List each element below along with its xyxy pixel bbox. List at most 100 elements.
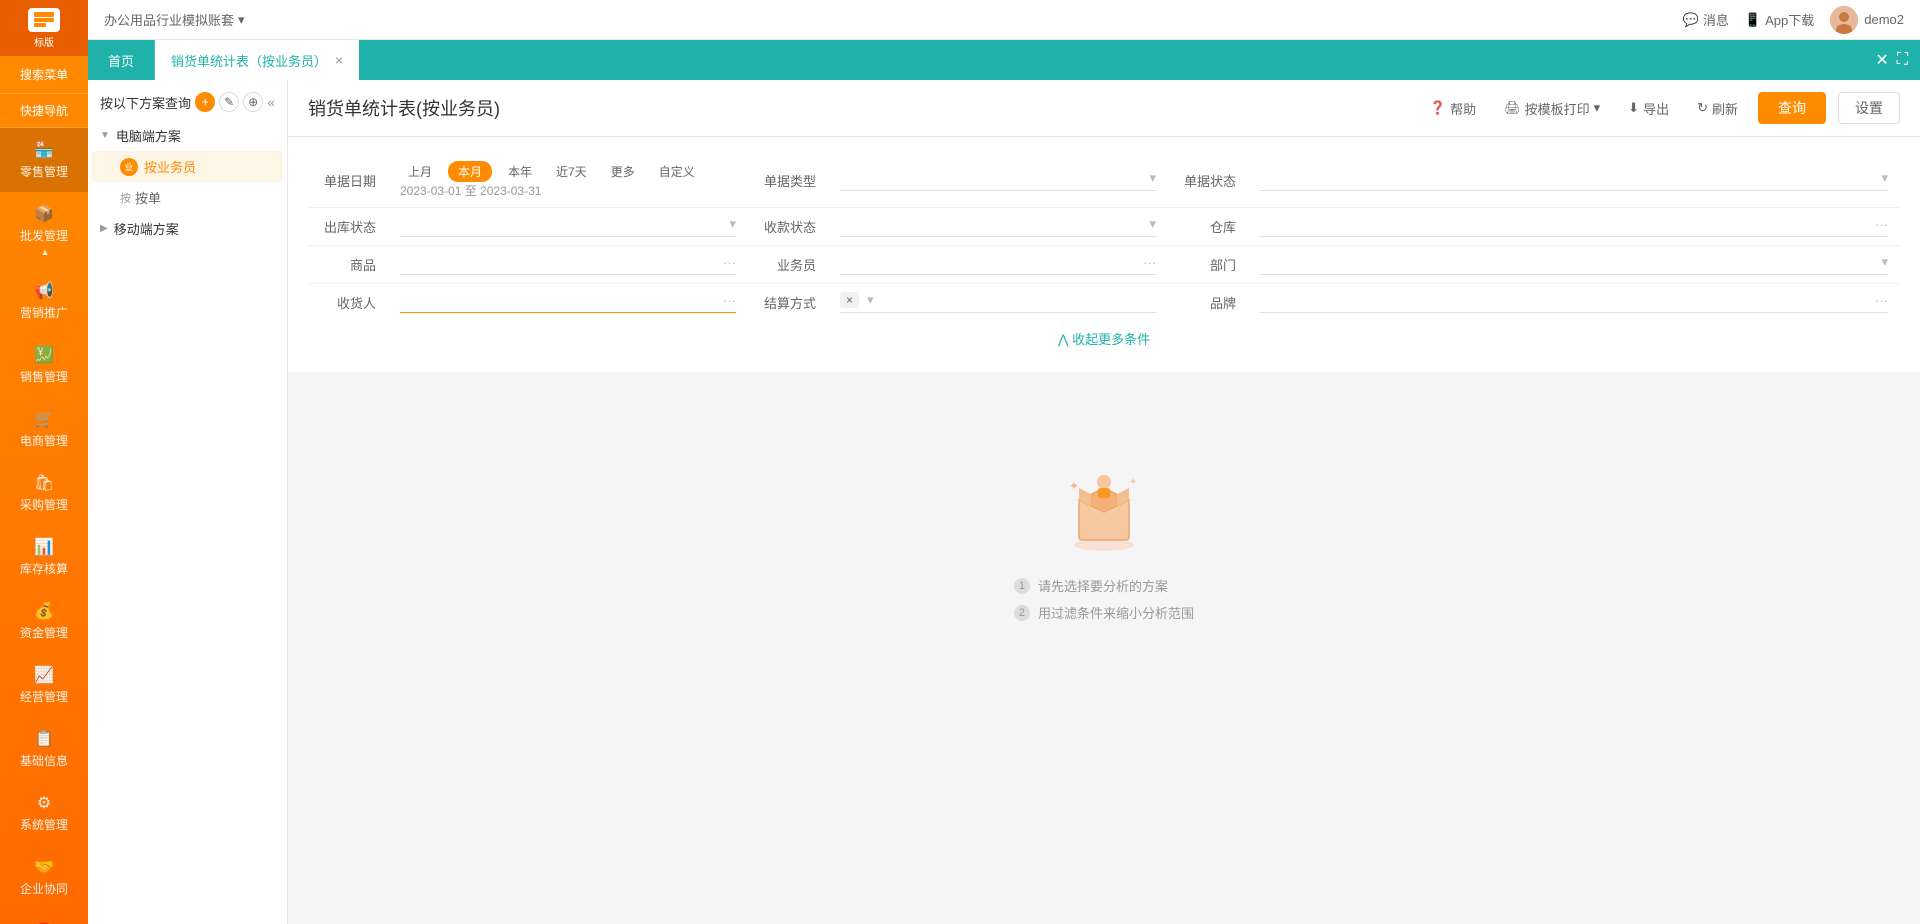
empty-state-text: 1 请先选择要分析的方案 2 用过滤条件来缩小分析范围 [1014, 576, 1194, 622]
sidebar-item-system[interactable]: ⚙ 系统管理 [0, 781, 88, 845]
query-button[interactable]: 查询 [1758, 92, 1826, 124]
chevron-down-icon[interactable]: ▾ [1881, 170, 1888, 186]
out-status-input[interactable]: ▾ [400, 216, 736, 237]
account-dropdown[interactable]: 办公用品行业模拟账套 ▾ [104, 10, 245, 29]
sidebar-item-label: 营销推广 [20, 304, 68, 321]
sidebar-item-operations[interactable]: 📈 经营管理 [0, 653, 88, 717]
settlement-control[interactable]: × ▾ [828, 284, 1168, 322]
dots-icon[interactable]: ··· [1143, 255, 1156, 270]
date-last-month[interactable]: 上月 [400, 161, 440, 182]
user-menu[interactable]: demo2 [1830, 6, 1904, 34]
sidebar-item-inventory[interactable]: 📊 库存核算 [0, 525, 88, 589]
chevron-down-icon[interactable]: ▾ [1881, 254, 1888, 270]
collapse-more-button[interactable]: ⋀ 收起更多条件 [308, 321, 1900, 356]
sidebar-item-retail[interactable]: 🏪 零售管理 [0, 128, 88, 192]
sidebar-search[interactable]: 搜索菜单 [0, 56, 88, 94]
main-area: 办公用品行业模拟账套 ▾ 💬 消息 📱 App下载 [88, 0, 1920, 924]
export-button[interactable]: ⬇ 导出 [1620, 95, 1677, 122]
tree-group-header-mobile[interactable]: ▶ 移动端方案 [92, 213, 283, 244]
date-last-7-days[interactable]: 近7天 [548, 161, 595, 182]
department-control[interactable]: ▾ [1248, 246, 1900, 284]
receiver-text-input[interactable] [400, 293, 723, 308]
goods-input[interactable]: ··· [400, 255, 736, 275]
settlement-clear-tag[interactable]: × [840, 292, 859, 308]
sidebar-item-purchase[interactable]: 🛍 采购管理 [0, 461, 88, 525]
sidebar-item-label: 系统管理 [20, 816, 68, 833]
dots-icon[interactable]: ··· [1875, 293, 1888, 308]
collapse-panel-button[interactable]: « [267, 94, 275, 110]
dots-icon[interactable]: ··· [723, 293, 736, 308]
settings-button[interactable]: 设置 [1838, 92, 1900, 124]
doc-status-control[interactable]: ▾ [1248, 153, 1900, 208]
sidebar-item-ecommerce[interactable]: 🛒 电商管理 [0, 397, 88, 461]
chevron-down-icon[interactable]: ▾ [867, 292, 874, 308]
date-this-month[interactable]: 本月 [448, 161, 492, 182]
date-more[interactable]: 更多 [603, 161, 643, 182]
receipt-status-input[interactable]: ▾ [840, 216, 1156, 237]
retail-icon: 🏪 [34, 140, 54, 160]
header-left: 办公用品行业模拟账套 ▾ [104, 10, 245, 29]
doc-type-control[interactable]: ▾ [828, 153, 1168, 208]
maximize-button[interactable]: ⛶ [1897, 51, 1908, 69]
help-button[interactable]: ❓ 帮助 [1422, 95, 1484, 122]
out-status-control[interactable]: ▾ [388, 208, 748, 246]
add-scheme-button[interactable]: + [195, 92, 215, 112]
sidebar-item-enterprise[interactable]: 🤝 企业协同 [0, 845, 88, 909]
tree-item-by-order[interactable]: 按单 [135, 188, 161, 207]
chevron-down-icon[interactable]: ▾ [1149, 216, 1156, 232]
salesperson-input[interactable]: ··· [840, 255, 1156, 275]
filter-row-4: 收货人 ··· 结算方式 × [308, 284, 1900, 322]
tree-group-label: 移动端方案 [114, 219, 179, 238]
refresh-button[interactable]: ↻ 刷新 [1689, 95, 1746, 122]
tab-home[interactable]: 首页 [88, 40, 155, 80]
sidebar-item-basic[interactable]: 📋 基础信息 [0, 717, 88, 781]
receiver-control[interactable]: ··· [388, 284, 748, 322]
settlement-input[interactable]: × ▾ [840, 292, 1156, 313]
edit-scheme-button[interactable]: ✎ [219, 92, 239, 112]
chevron-down-icon: ▾ [238, 12, 245, 28]
dots-icon[interactable]: ··· [1875, 217, 1888, 232]
sidebar-item-marketing[interactable]: 📢 营销推广 [0, 269, 88, 333]
message-button[interactable]: 💬 消息 [1683, 10, 1729, 29]
department-input[interactable]: ▾ [1260, 254, 1888, 275]
tab-active[interactable]: 销货单统计表（按业务员） × [155, 40, 359, 80]
tree-group-header-desktop[interactable]: ▼ 电脑端方案 [92, 120, 283, 151]
sidebar-item-newbie[interactable]: 🎯 新手引导 [0, 909, 88, 924]
chevron-down-icon[interactable]: ▾ [729, 216, 736, 232]
print-button[interactable]: 🖨 按模板打印 ▾ [1496, 95, 1608, 122]
refresh-label: 刷新 [1712, 99, 1738, 118]
sidebar-item-wholesale[interactable]: 📦 批发管理 ▲ [0, 192, 88, 269]
side-panel-title: 按以下方案查询 [100, 93, 191, 112]
dots-icon[interactable]: ··· [723, 255, 736, 270]
doc-status-input[interactable]: ▾ [1260, 170, 1888, 191]
export-label: 导出 [1643, 99, 1669, 118]
copy-scheme-button[interactable]: ⊕ [243, 92, 263, 112]
receipt-status-control[interactable]: ▾ [828, 208, 1168, 246]
sidebar-quick-nav[interactable]: 快捷导航 [0, 94, 88, 128]
sidebar-item-finance[interactable]: 💰 资金管理 [0, 589, 88, 653]
clear-tag-x[interactable]: × [846, 293, 853, 307]
chevron-down-icon[interactable]: ▾ [1149, 170, 1156, 186]
settlement-label: 结算方式 [748, 284, 828, 322]
date-custom[interactable]: 自定义 [651, 161, 703, 182]
tab-close-button[interactable]: × [335, 52, 343, 68]
tree-item-salesperson[interactable]: 业 按业务员 [92, 151, 283, 182]
app-download-button[interactable]: 📱 App下载 [1745, 10, 1814, 29]
sidebar-logo[interactable]: 标版 [0, 0, 88, 56]
doc-type-input[interactable]: ▾ [840, 170, 1156, 191]
receiver-input[interactable]: ··· [400, 293, 736, 313]
goods-control[interactable]: ··· [388, 246, 748, 284]
close-tab-button[interactable]: ✕ [1875, 50, 1888, 70]
warehouse-input[interactable]: ··· [1260, 217, 1888, 237]
sidebar-item-sales[interactable]: 💹 销售管理 [0, 333, 88, 397]
date-this-year[interactable]: 本年 [500, 161, 540, 182]
brand-input[interactable]: ··· [1260, 293, 1888, 313]
salesperson-control[interactable]: ··· [828, 246, 1168, 284]
brand-control[interactable]: ··· [1248, 284, 1900, 322]
message-icon: 💬 [1683, 12, 1699, 28]
sidebar-nav: 🏪 零售管理 📦 批发管理 ▲ 📢 营销推广 💹 销售管理 🛒 电商管理 🛍 采… [0, 128, 88, 924]
side-panel-header: 按以下方案查询 + ✎ ⊕ « [88, 92, 287, 120]
warehouse-control[interactable]: ··· [1248, 208, 1900, 246]
mobile-icon: 📱 [1745, 12, 1761, 28]
sidebar-item-label: 经营管理 [20, 688, 68, 705]
